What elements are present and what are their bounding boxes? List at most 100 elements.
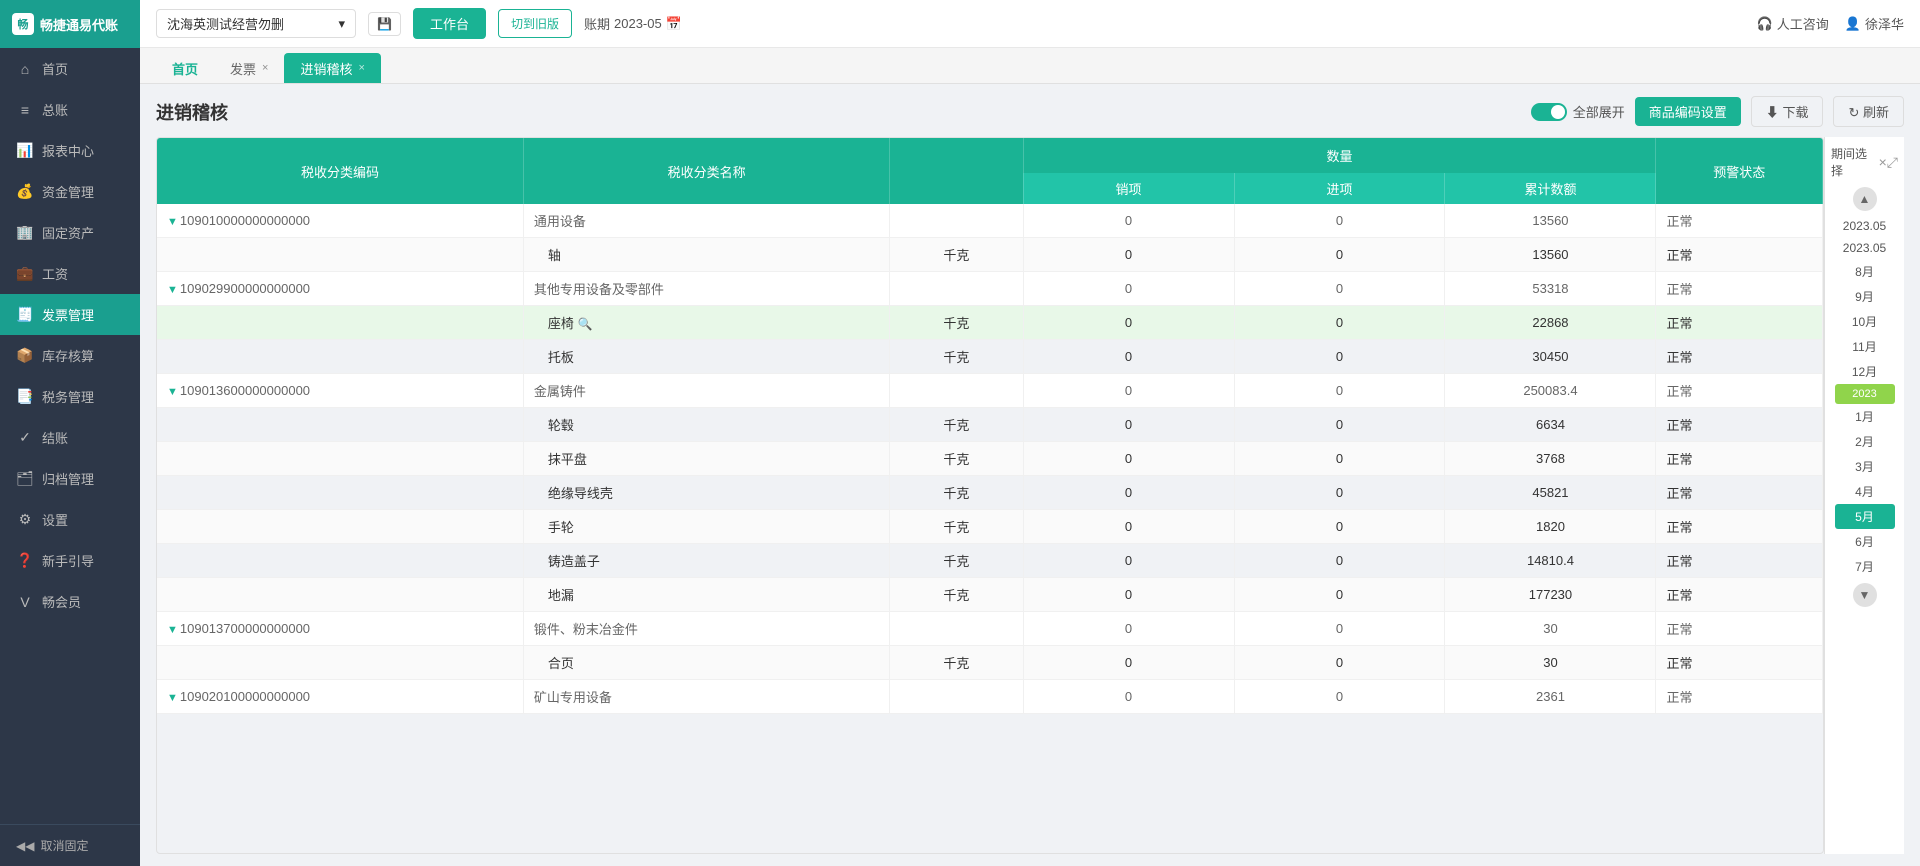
month-item[interactable]: 5月 [1835, 504, 1895, 529]
sidebar-item-payroll[interactable]: 💼 工资 [0, 253, 140, 294]
data-table: 税收分类编码 税收分类名称 数量 预警状态 销项 进项 累计数额 [157, 138, 1823, 714]
sidebar-item-home[interactable]: ⌂ 首页 [0, 48, 140, 89]
home-icon: ⌂ [16, 61, 34, 77]
sidebar-item-invoice[interactable]: 🧾 发票管理 [0, 294, 140, 335]
sidebar-unpin-button[interactable]: ◀◀ 取消固定 [0, 824, 140, 866]
sidebar-item-label: 库存核算 [42, 346, 94, 365]
month-item[interactable]: 2023.05 [1835, 237, 1895, 259]
month-item[interactable]: 7月 [1835, 554, 1895, 579]
sidebar-item-inventory[interactable]: 📦 库存核算 [0, 335, 140, 376]
month-item[interactable]: 10月 [1835, 309, 1895, 334]
row-status: 正常 [1656, 442, 1823, 476]
row-sales: 0 [1023, 646, 1234, 680]
row-status: 正常 [1656, 476, 1823, 510]
col-header-quantity: 数量 [1023, 138, 1656, 173]
workbench-button[interactable]: 工作台 [413, 8, 486, 39]
sidebar-item-reports[interactable]: 📊 报表中心 [0, 130, 140, 171]
support-label: 人工咨询 [1777, 14, 1829, 33]
month-item[interactable]: 6月 [1835, 529, 1895, 554]
refresh-button[interactable]: ↻ 刷新 [1833, 96, 1904, 127]
row-unit: 千克 [890, 340, 1023, 374]
row-total: 177230 [1445, 578, 1656, 612]
switch-version-button[interactable]: 切到旧版 [498, 9, 572, 38]
sidebar-item-guide[interactable]: ❓ 新手引导 [0, 540, 140, 581]
sidebar-item-settings[interactable]: ⚙ 设置 [0, 499, 140, 540]
row-sales: 0 [1023, 204, 1234, 238]
tab-invoice[interactable]: 发票 × [214, 53, 284, 83]
month-item[interactable]: 8月 [1835, 259, 1895, 284]
row-purchase: 0 [1234, 374, 1445, 408]
row-status: 正常 [1656, 646, 1823, 680]
row-sales: 0 [1023, 408, 1234, 442]
period-label: 账期 2023-05 📅 [584, 14, 682, 33]
row-purchase: 0 [1234, 204, 1445, 238]
download-icon: ⬇ [1766, 105, 1779, 120]
sidebar-item-assets[interactable]: 🏢 固定资产 [0, 212, 140, 253]
scroll-down-button[interactable]: ▼ [1853, 583, 1877, 607]
row-status: 正常 [1656, 544, 1823, 578]
row-sales: 0 [1023, 510, 1234, 544]
row-status: 正常 [1656, 374, 1823, 408]
tab-reconcile[interactable]: 进销稽核 × [284, 53, 380, 83]
month-item[interactable]: 2023.05 [1835, 215, 1895, 237]
user-icon: 👤 [1845, 16, 1861, 32]
month-item[interactable]: 1月 [1835, 404, 1895, 429]
row-name: 金属铸件 [523, 374, 889, 408]
data-table-wrapper[interactable]: 税收分类编码 税收分类名称 数量 预警状态 销项 进项 累计数额 [156, 137, 1824, 854]
row-status: 正常 [1656, 272, 1823, 306]
sidebar-item-label: 首页 [42, 59, 68, 78]
row-purchase: 0 [1234, 408, 1445, 442]
sidebar-item-member[interactable]: V 畅会员 [0, 581, 140, 622]
save-button[interactable]: 💾 [368, 12, 401, 36]
row-unit [890, 272, 1023, 306]
row-sales: 0 [1023, 306, 1234, 340]
month-item[interactable]: 2月 [1835, 429, 1895, 454]
month-item[interactable]: 11月 [1835, 334, 1895, 359]
sidebar-item-settlement[interactable]: ✓ 结账 [0, 417, 140, 458]
row-code [157, 510, 523, 544]
logo-icon: 畅 [12, 13, 34, 35]
col-header-tax-code: 税收分类编码 [157, 138, 523, 204]
row-name: 绝缘导线壳 [523, 476, 889, 510]
product-code-button[interactable]: 商品编码设置 [1635, 97, 1741, 126]
row-status: 正常 [1656, 510, 1823, 544]
tab-reconcile-close[interactable]: × [358, 62, 364, 74]
sidebar-item-tax[interactable]: 📑 税务管理 [0, 376, 140, 417]
row-code: ▼109013700000000000 [157, 612, 523, 646]
row-code [157, 544, 523, 578]
tab-invoice-close[interactable]: × [262, 62, 268, 74]
period-text: 账期 [584, 14, 610, 33]
row-code [157, 340, 523, 374]
row-code [157, 442, 523, 476]
panel-expand-icon[interactable]: ⤢ [1887, 154, 1898, 171]
tab-home[interactable]: 首页 [156, 53, 214, 83]
month-item[interactable]: 4月 [1835, 479, 1895, 504]
sidebar-item-archive[interactable]: 🗂 归档管理 [0, 458, 140, 499]
download-button[interactable]: ⬇ 下载 [1751, 96, 1824, 127]
month-item[interactable]: 12月 [1835, 359, 1895, 384]
row-unit: 千克 [890, 578, 1023, 612]
expand-toggle[interactable]: 全部展开 [1531, 102, 1625, 121]
row-purchase: 0 [1234, 578, 1445, 612]
row-unit: 千克 [890, 442, 1023, 476]
month-item[interactable]: 9月 [1835, 284, 1895, 309]
headset-icon: 🎧 [1757, 16, 1773, 32]
row-sales: 0 [1023, 680, 1234, 714]
pin-icon: ◀◀ [16, 839, 34, 853]
toggle-switch-control[interactable] [1531, 103, 1567, 121]
month-item[interactable]: 3月 [1835, 454, 1895, 479]
scroll-up-button[interactable]: ▲ [1853, 187, 1877, 211]
tab-home-label: 首页 [172, 59, 198, 78]
funds-icon: 💰 [16, 183, 34, 200]
row-purchase: 0 [1234, 238, 1445, 272]
sidebar-item-funds[interactable]: 💰 资金管理 [0, 171, 140, 212]
company-selector[interactable]: 沈海英测试经营勿删 ▾ [156, 9, 356, 38]
row-sales: 0 [1023, 476, 1234, 510]
month-item[interactable]: 2023 [1835, 384, 1895, 404]
panel-close-icon[interactable]: × [1879, 154, 1887, 170]
sidebar-item-ledger[interactable]: ≡ 总账 [0, 89, 140, 130]
row-sales: 0 [1023, 272, 1234, 306]
support-button[interactable]: 🎧 人工咨询 [1757, 14, 1829, 33]
user-profile[interactable]: 👤 徐泽华 [1845, 14, 1904, 33]
month-list: 2023.052023.058月9月10月11月12月20231月2月3月4月5… [1825, 215, 1904, 579]
